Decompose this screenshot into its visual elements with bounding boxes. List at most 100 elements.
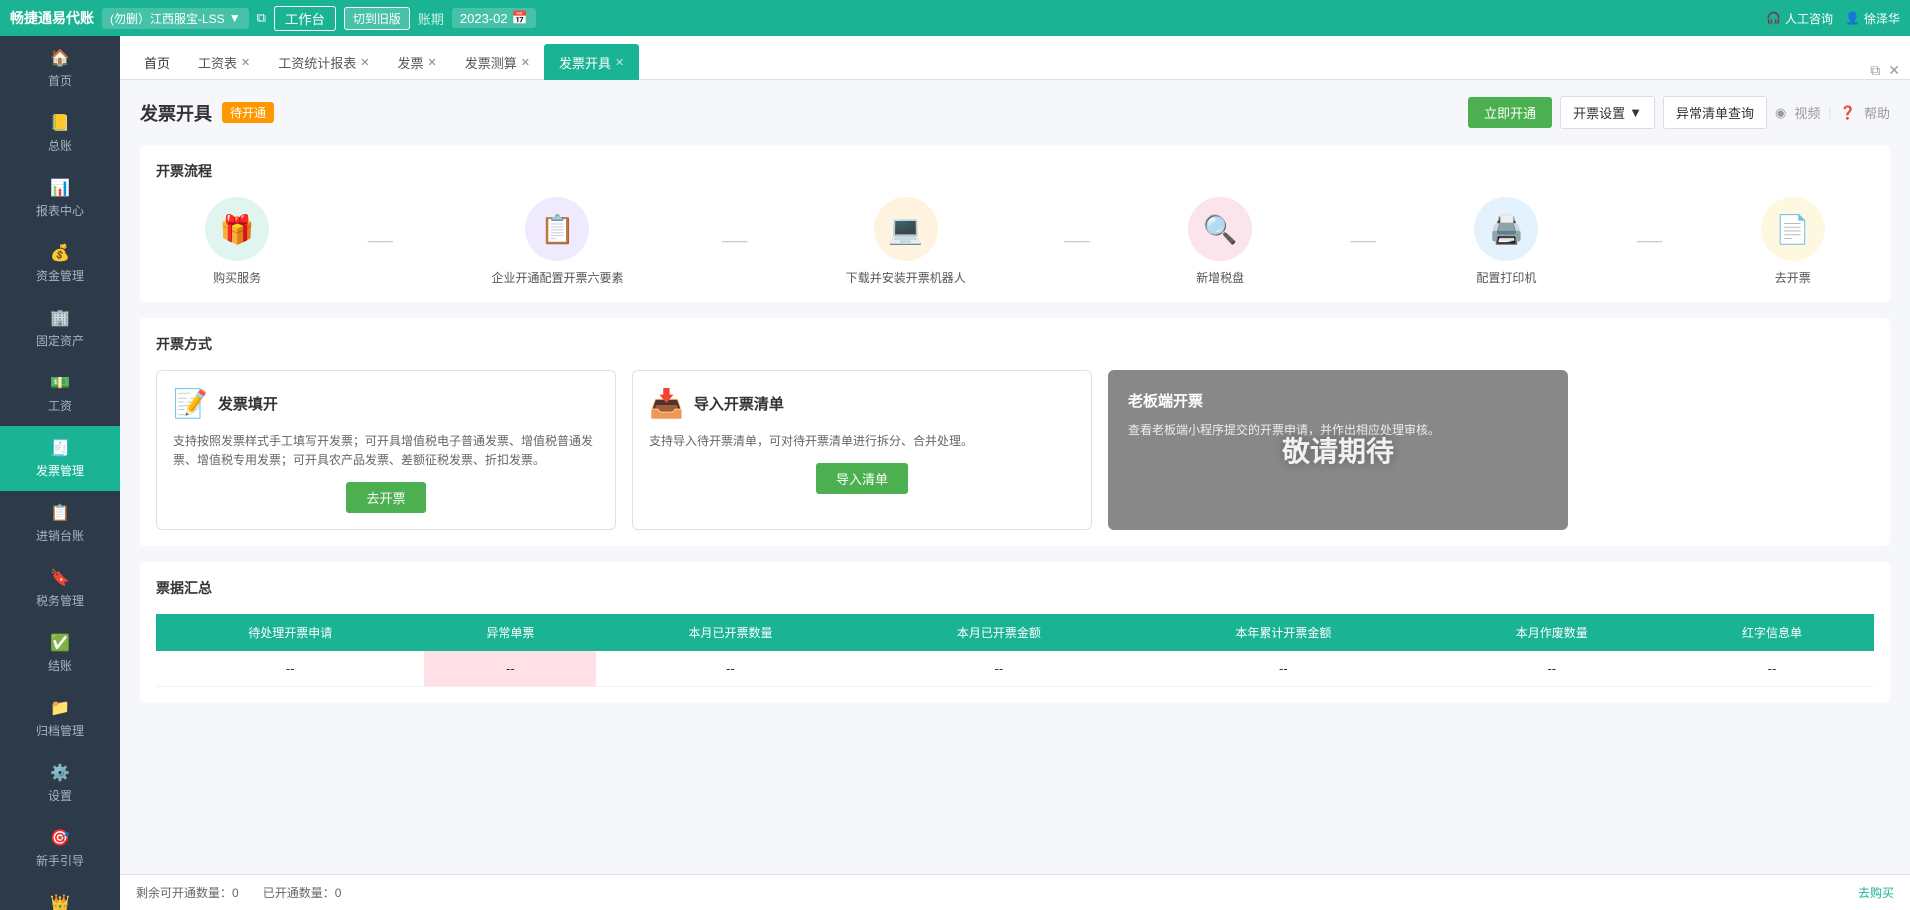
period-badge[interactable]: 2023-02 📅	[452, 8, 536, 28]
status-badge: 待开通	[222, 102, 274, 123]
flow-step-issue[interactable]: 📄 去开票	[1761, 197, 1825, 286]
close-invoice-issue-icon[interactable]: ✕	[615, 56, 624, 69]
assets-icon: 🏢	[50, 308, 70, 328]
invoice-calc-label: 发票测算	[465, 53, 517, 72]
invoice-issue-label: 发票开具	[559, 53, 611, 72]
sidebar-item-funds[interactable]: 💰 资金管理	[0, 231, 120, 296]
sidebar-item-purchase-sales[interactable]: 📋 进销台账	[0, 491, 120, 556]
manual-card-title: 发票填开	[218, 393, 278, 414]
download-label: 下载并安装开票机器人	[846, 269, 966, 286]
tab-salary-table[interactable]: 工资表 ✕	[184, 45, 264, 80]
sidebar-label-home: 首页	[48, 72, 72, 89]
tab-invoice[interactable]: 发票 ✕	[383, 45, 450, 80]
guide-icon: 🎯	[50, 828, 70, 848]
sidebar-label-invoice: 发票管理	[36, 462, 84, 479]
salary-icon: 💵	[50, 373, 70, 393]
coming-soon-label: 敬请期待	[1282, 430, 1394, 470]
methods-section-title: 开票方式	[156, 334, 1874, 354]
sidebar-label-guide: 新手引导	[36, 852, 84, 869]
headset-icon: 🎧	[1766, 11, 1781, 25]
user-button[interactable]: 👤 徐泽华	[1845, 10, 1900, 27]
content-area: 首页 工资表 ✕ 工资统计报表 ✕ 发票 ✕ 发票测算 ✕ 发票开具 ✕	[120, 36, 1910, 910]
flow-step-taxdisk[interactable]: 🔍 新增税盘	[1188, 197, 1252, 286]
top-bar-left: 畅捷通易代账 (勿删）江西服宝-LSS ▼ ⧉ 工作台 切到旧版 账期 2023…	[10, 6, 536, 31]
import-card-icon: 📥	[649, 387, 684, 420]
app-logo: 畅捷通易代账	[10, 8, 94, 28]
chevron-down-icon: ▼	[229, 11, 241, 25]
import-list-button[interactable]: 导入清单	[816, 463, 908, 494]
switch-old-version-button[interactable]: 切到旧版	[344, 7, 410, 30]
sidebar-item-guide[interactable]: 🎯 新手引导	[0, 816, 120, 881]
sidebar-item-archive[interactable]: 📁 归档管理	[0, 686, 120, 751]
summary-section-title: 票据汇总	[156, 578, 1874, 598]
flow-step-configure[interactable]: 📋 企业开通配置开票六要素	[491, 197, 623, 286]
page-title-area: 发票开具 待开通	[140, 100, 274, 126]
period-value: 2023-02	[460, 11, 508, 26]
col-abnormal: 异常单票	[424, 614, 596, 651]
close-invoice-icon[interactable]: ✕	[428, 56, 437, 69]
company-selector[interactable]: (勿删）江西服宝-LSS ▼	[102, 8, 249, 29]
chevron-down-icon: ▼	[1629, 105, 1642, 120]
sidebar-item-reports[interactable]: 📊 报表中心	[0, 166, 120, 231]
close-invoice-calc-icon[interactable]: ✕	[521, 56, 530, 69]
tab-salary-report[interactable]: 工资统计报表 ✕	[264, 45, 383, 80]
close-salary-table-icon[interactable]: ✕	[241, 56, 250, 69]
view-icon: ◉	[1775, 105, 1786, 121]
sidebar-item-fixed-assets[interactable]: 🏢 固定资产	[0, 296, 120, 361]
buy-link[interactable]: 去购买	[1858, 886, 1894, 900]
salary-table-label: 工资表	[198, 53, 237, 72]
sidebar: 🏠 首页 📒 总账 📊 报表中心 💰 资金管理 🏢 固定资产 💵 工资 🧾 发票…	[0, 36, 120, 910]
summary-table-data-row: -- -- -- -- -- -- --	[156, 651, 1874, 687]
sidebar-item-settings[interactable]: ⚙️ 设置	[0, 751, 120, 816]
top-bar-right: 🎧 人工咨询 👤 徐泽华	[1766, 10, 1900, 27]
view-label[interactable]: 视频	[1794, 103, 1820, 122]
configure-label: 企业开通配置开票六要素	[491, 269, 623, 286]
close-salary-report-icon[interactable]: ✕	[360, 56, 369, 69]
col-pending: 待处理开票申请	[156, 614, 424, 651]
method-card-import: 📥 导入开票清单 支持导入待开票清单，可对待开票清单进行拆分、合并处理。 导入清…	[632, 370, 1092, 530]
val-annual-amount: --	[1133, 651, 1434, 687]
tab-invoice-calc[interactable]: 发票测算 ✕	[451, 45, 544, 80]
help-label[interactable]: 帮助	[1864, 103, 1890, 122]
import-card-title: 导入开票清单	[694, 393, 784, 414]
instant-open-button[interactable]: 立即开通	[1468, 97, 1552, 128]
flow-section-title: 开票流程	[156, 161, 1874, 181]
import-card-header: 📥 导入开票清单	[649, 387, 1075, 420]
issue-label: 去开票	[1775, 269, 1811, 286]
flow-step-printer[interactable]: 🖨️ 配置打印机	[1474, 197, 1538, 286]
remaining-quota: 剩余可开通数量：0	[136, 884, 239, 901]
sidebar-item-tax[interactable]: 🔖 税务管理	[0, 556, 120, 621]
sidebar-item-salary[interactable]: 💵 工资	[0, 361, 120, 426]
tab-invoice-issue[interactable]: 发票开具 ✕	[544, 44, 639, 80]
abnormal-query-button[interactable]: 异常清单查询	[1663, 96, 1767, 129]
page-header: 发票开具 待开通 立即开通 开票设置 ▼ 异常清单查询 ◉ 视频 | ❓ 帮助	[140, 96, 1890, 129]
col-monthly-amount: 本月已开票金额	[865, 614, 1133, 651]
buy-service-icon: 🎁	[205, 197, 269, 261]
tab-home[interactable]: 首页	[130, 45, 184, 80]
open-settings-button[interactable]: 开票设置 ▼	[1560, 96, 1655, 129]
go-issue-button[interactable]: 去开票	[346, 482, 425, 513]
summary-section: 票据汇总 待处理开票申请 异常单票 本月已开票数量 本月已开票金额 本年累计开票…	[140, 562, 1890, 703]
flow-step-download[interactable]: 💻 下载并安装开票机器人	[846, 197, 966, 286]
sidebar-item-member[interactable]: 👑 畅会员	[0, 881, 120, 910]
taxdisk-label: 新增税盘	[1196, 269, 1244, 286]
col-monthly-count: 本月已开票数量	[596, 614, 864, 651]
sidebar-item-general-ledger[interactable]: 📒 总账	[0, 101, 120, 166]
workspace-button[interactable]: 工作台	[274, 6, 336, 31]
flow-step-buy[interactable]: 🎁 购买服务	[205, 197, 269, 286]
sidebar-label-reports: 报表中心	[36, 202, 84, 219]
col-void-count: 本月作废数量	[1434, 614, 1670, 651]
copy-icon[interactable]: ⧉	[257, 10, 266, 26]
restore-icon[interactable]: ⧉	[1870, 62, 1880, 79]
issue-icon: 📄	[1761, 197, 1825, 261]
close-window-icon[interactable]: ✕	[1888, 62, 1900, 79]
sidebar-item-invoice[interactable]: 🧾 发票管理	[0, 426, 120, 491]
taxdisk-icon: 🔍	[1188, 197, 1252, 261]
sidebar-item-home[interactable]: 🏠 首页	[0, 36, 120, 101]
support-button[interactable]: 🎧 人工咨询	[1766, 10, 1833, 27]
method-cards: 📝 发票填开 支持按照发票样式手工填写开发票；可开具增值税电子普通发票、增值税普…	[156, 370, 1874, 530]
val-monthly-count: --	[596, 651, 864, 687]
val-red-info: --	[1670, 651, 1874, 687]
sidebar-item-closing[interactable]: ✅ 结账	[0, 621, 120, 686]
summary-table-header-row: 待处理开票申请 异常单票 本月已开票数量 本月已开票金额 本年累计开票金额 本月…	[156, 614, 1874, 651]
